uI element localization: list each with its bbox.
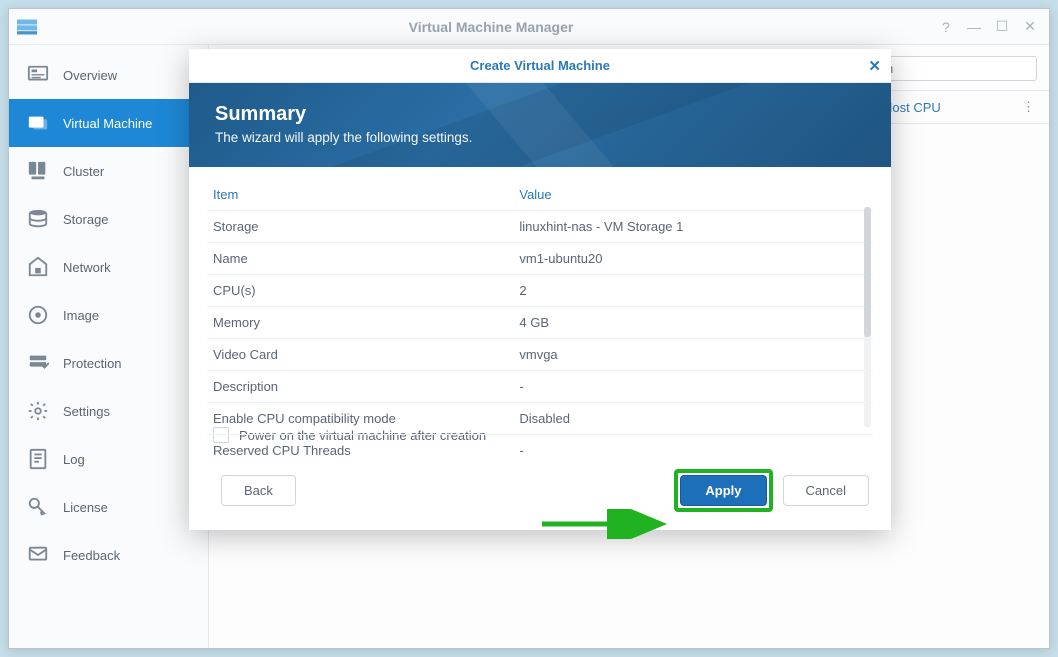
col-item: Item [207, 179, 513, 210]
column-host-cpu[interactable]: Host CPU [883, 100, 941, 115]
column-menu-icon[interactable]: ⋮ [1022, 99, 1035, 115]
sidebar-item-image[interactable]: Image [9, 291, 208, 339]
sidebar-item-log[interactable]: Log [9, 435, 208, 483]
apply-button[interactable]: Apply [680, 475, 766, 506]
sidebar-label: License [63, 500, 108, 515]
modal-title-text: Create Virtual Machine [470, 58, 610, 73]
help-button[interactable]: ? [935, 16, 957, 38]
titlebar: Virtual Machine Manager ? — ☐ ✕ [9, 9, 1049, 45]
table-row: Enable CPU compatibility modeDisabled [207, 402, 873, 434]
sidebar-label: Log [63, 452, 85, 467]
cluster-icon [27, 160, 49, 182]
storage-icon [27, 208, 49, 230]
sidebar-label: Overview [63, 68, 117, 83]
table-row: Reserved CPU Threads- [207, 434, 873, 466]
sidebar-label: Settings [63, 404, 110, 419]
sidebar-item-virtual-machine[interactable]: Virtual Machine [9, 99, 208, 147]
scrollbar[interactable] [864, 207, 871, 427]
modal-header: Summary The wizard will apply the follow… [189, 83, 891, 167]
table-row: Video Cardvmvga [207, 338, 873, 370]
sidebar-item-feedback[interactable]: Feedback [9, 531, 208, 579]
sidebar-label: Protection [63, 356, 122, 371]
scroll-thumb[interactable] [864, 207, 871, 337]
app-icon [17, 19, 37, 35]
overview-icon [27, 64, 49, 86]
sidebar-item-storage[interactable]: Storage [9, 195, 208, 243]
vm-icon [27, 112, 49, 134]
sidebar-label: Image [63, 308, 99, 323]
sidebar-item-protection[interactable]: Protection [9, 339, 208, 387]
sidebar-item-cluster[interactable]: Cluster [9, 147, 208, 195]
feedback-icon [27, 544, 49, 566]
sidebar-label: Virtual Machine [63, 116, 152, 131]
table-row: Storagelinuxhint-nas - VM Storage 1 [207, 210, 873, 242]
create-vm-modal: Create Virtual Machine ✕ Summary The wiz… [189, 49, 891, 530]
sidebar: Overview Virtual Machine Cluster Storage… [9, 45, 209, 648]
sidebar-item-license[interactable]: License [9, 483, 208, 531]
modal-heading: Summary [215, 103, 865, 126]
sidebar-label: Cluster [63, 164, 104, 179]
cancel-button[interactable]: Cancel [783, 475, 869, 506]
back-button[interactable]: Back [221, 475, 296, 506]
protection-icon [27, 352, 49, 374]
apply-highlight: Apply [674, 469, 772, 512]
sidebar-item-settings[interactable]: Settings [9, 387, 208, 435]
sidebar-label: Network [63, 260, 111, 275]
modal-titlebar: Create Virtual Machine ✕ [189, 49, 891, 83]
window-title: Virtual Machine Manager [47, 19, 935, 35]
modal-close-button[interactable]: ✕ [868, 57, 881, 75]
minimize-button[interactable]: — [963, 16, 985, 38]
table-row: Memory4 GB [207, 306, 873, 338]
modal-footer: Back Apply Cancel [189, 457, 891, 530]
sidebar-item-network[interactable]: Network [9, 243, 208, 291]
network-icon [27, 256, 49, 278]
table-row: CPU(s)2 [207, 274, 873, 306]
table-header: Host CPU ⋮ [869, 91, 1049, 124]
license-icon [27, 496, 49, 518]
modal-subheading: The wizard will apply the following sett… [215, 130, 865, 145]
image-icon [27, 304, 49, 326]
table-row: Description- [207, 370, 873, 402]
maximize-button[interactable]: ☐ [991, 16, 1013, 38]
summary-table: Item Value Storagelinuxhint-nas - VM Sto… [189, 167, 891, 417]
sidebar-label: Storage [63, 212, 109, 227]
close-button[interactable]: ✕ [1019, 16, 1041, 38]
window-controls: ? — ☐ ✕ [935, 16, 1041, 38]
log-icon [27, 448, 49, 470]
sidebar-label: Feedback [63, 548, 120, 563]
col-value: Value [513, 179, 873, 210]
table-header-row: Item Value [207, 179, 873, 210]
settings-icon [27, 400, 49, 422]
app-window: Virtual Machine Manager ? — ☐ ✕ Overview… [8, 8, 1050, 649]
table-row: Namevm1-ubuntu20 [207, 242, 873, 274]
sidebar-item-overview[interactable]: Overview [9, 51, 208, 99]
